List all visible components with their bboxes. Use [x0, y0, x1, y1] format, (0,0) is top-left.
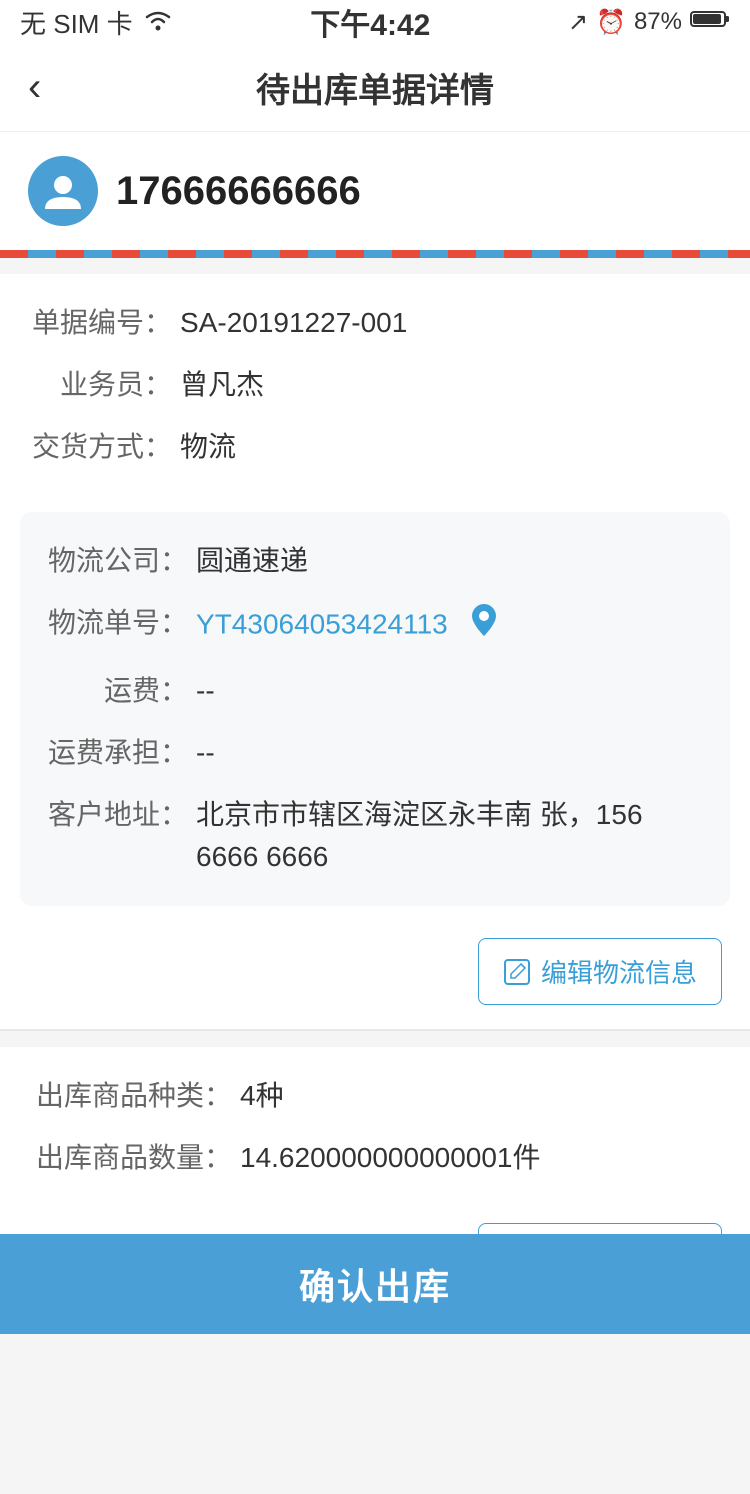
tracking-row: 物流单号： YT43064053424113	[48, 602, 702, 650]
wifi-icon	[143, 7, 173, 38]
logistics-company-value: 圆通速递	[188, 540, 702, 582]
map-pin-icon[interactable]	[468, 602, 500, 650]
delivery-label: 交货方式：	[32, 426, 172, 468]
salesman-value: 曾凡杰	[172, 364, 718, 406]
tracking-label: 物流单号：	[48, 602, 188, 644]
freight-value: --	[188, 670, 702, 712]
goods-types-value: 4种	[232, 1075, 718, 1117]
address-label: 客户地址：	[48, 794, 188, 836]
tracking-value: YT43064053424113	[188, 602, 702, 650]
logistics-section: 物流公司： 圆通速递 物流单号： YT43064053424113 运费： --…	[0, 496, 750, 922]
goods-quantity-value: 14.620000000000001件	[232, 1137, 718, 1179]
delivery-row: 交货方式： 物流	[32, 426, 718, 468]
dashed-divider	[0, 250, 750, 258]
order-no-label: 单据编号：	[32, 302, 172, 344]
delivery-value: 物流	[172, 426, 718, 468]
address-value: 北京市市辖区海淀区永丰南 张，156 6666 6666	[188, 794, 702, 878]
user-header: 17666666666	[0, 132, 750, 250]
page-title: 待出库单据详情	[256, 63, 494, 112]
order-no-row: 单据编号： SA-20191227-001	[32, 302, 718, 344]
salesman-label: 业务员：	[32, 364, 172, 406]
goods-quantity-label: 出库商品数量：	[32, 1137, 232, 1179]
order-no-value: SA-20191227-001	[172, 302, 718, 344]
logistics-company-label: 物流公司：	[48, 540, 188, 582]
edit-logistics-button[interactable]: 编辑物流信息	[478, 938, 722, 1005]
status-right: ↗ ⏰ 87%	[568, 8, 730, 37]
user-phone: 17666666666	[116, 169, 361, 214]
alarm-icon: ⏰	[596, 8, 626, 37]
section-divider	[0, 1029, 750, 1031]
edit-btn-row: 编辑物流信息	[0, 922, 750, 1029]
salesman-row: 业务员： 曾凡杰	[32, 364, 718, 406]
goods-section: 出库商品种类： 4种 出库商品数量： 14.620000000000001件	[0, 1047, 750, 1207]
basic-info-section: 单据编号： SA-20191227-001 业务员： 曾凡杰 交货方式： 物流	[0, 274, 750, 496]
avatar	[28, 156, 98, 226]
status-bar: 无 SIM 卡 下午4:42 ↗ ⏰ 87%	[0, 0, 750, 44]
back-button[interactable]: ‹	[28, 65, 41, 110]
freight-bear-label: 运费承担：	[48, 732, 188, 774]
carrier-text: 无 SIM 卡	[20, 4, 133, 41]
freight-bear-row: 运费承担： --	[48, 732, 702, 774]
logistics-card: 物流公司： 圆通速递 物流单号： YT43064053424113 运费： --…	[20, 512, 730, 906]
freight-label: 运费：	[48, 670, 188, 712]
battery-text: 87%	[634, 8, 682, 36]
freight-row: 运费： --	[48, 670, 702, 712]
confirm-button-label: 确认出库	[299, 1258, 451, 1310]
address-row: 客户地址： 北京市市辖区海淀区永丰南 张，156 6666 6666	[48, 794, 702, 878]
bottom-spacer	[0, 1314, 750, 1494]
location-status-icon: ↗	[568, 8, 588, 37]
edit-logistics-label: 编辑物流信息	[541, 953, 697, 990]
confirm-area[interactable]: 确认出库	[0, 1234, 750, 1334]
battery-icon	[690, 8, 730, 36]
status-left: 无 SIM 卡	[20, 4, 173, 41]
nav-bar: ‹ 待出库单据详情	[0, 44, 750, 132]
goods-quantity-row: 出库商品数量： 14.620000000000001件	[32, 1137, 718, 1179]
freight-bear-value: --	[188, 732, 702, 774]
logistics-company-row: 物流公司： 圆通速递	[48, 540, 702, 582]
goods-types-label: 出库商品种类：	[32, 1075, 232, 1117]
status-time: 下午4:42	[310, 0, 430, 44]
goods-types-row: 出库商品种类： 4种	[32, 1075, 718, 1117]
